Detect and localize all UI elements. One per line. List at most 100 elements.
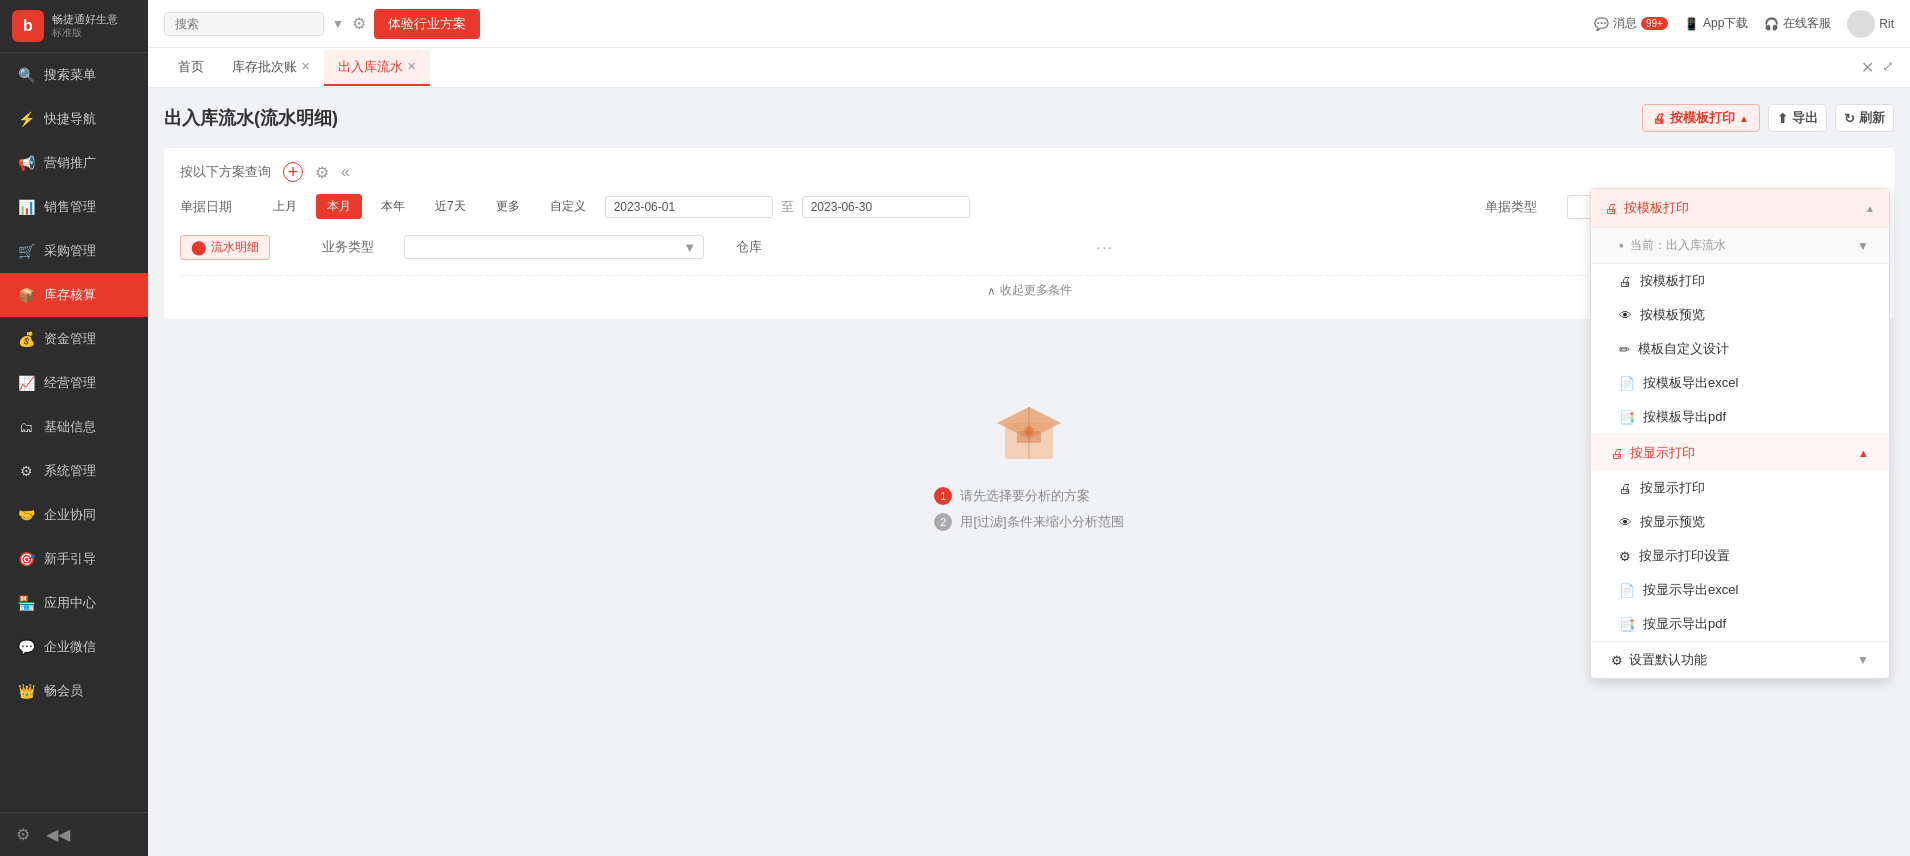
- app-subtitle: 标准版: [52, 26, 118, 40]
- online-support-btn[interactable]: 🎧 在线客服: [1764, 15, 1831, 32]
- inventory-icon: 📦: [16, 285, 36, 305]
- maximize-window-icon[interactable]: ⤢: [1882, 58, 1894, 77]
- tabs-bar: 首页 库存批次账 ✕ 出入库流水 ✕ ✕ ⤢: [148, 48, 1910, 88]
- warehouse-more-icon[interactable]: ···: [1096, 239, 1114, 255]
- tab-flow-label: 出入库流水: [338, 58, 403, 76]
- sidebar-settings-icon[interactable]: ⚙: [16, 825, 30, 844]
- display-print-section[interactable]: 🖨 按显示打印 ▲: [1591, 435, 1889, 471]
- sidebar-item-label: 采购管理: [44, 242, 96, 260]
- template-excel-item[interactable]: 📄 按模板导出excel: [1591, 366, 1889, 400]
- step1-label: 请先选择要分析的方案: [960, 487, 1090, 505]
- template-print-item[interactable]: 🖨 按模板打印: [1591, 264, 1889, 298]
- date-btn-more[interactable]: 更多: [485, 194, 531, 219]
- sidebar-item-label: 应用中心: [44, 594, 96, 612]
- sidebar-item-search[interactable]: 🔍 搜索菜单: [0, 53, 148, 97]
- display-excel-item[interactable]: 📄 按显示导出excel: [1591, 573, 1889, 607]
- template-design-item[interactable]: ✏ 模板自定义设计: [1591, 332, 1889, 366]
- finance-icon: 💰: [16, 329, 36, 349]
- set-default-label: 设置默认功能: [1629, 651, 1707, 669]
- filter-collapse-icon[interactable]: «: [341, 163, 350, 181]
- refresh-btn[interactable]: ↻ 刷新: [1835, 104, 1894, 132]
- sidebar-item-inventory[interactable]: 📦 库存核算: [0, 273, 148, 317]
- guide-icon: 🎯: [16, 549, 36, 569]
- display-print-icon: 🖨: [1619, 481, 1632, 496]
- template-preview-item-label: 按模板预览: [1640, 306, 1705, 324]
- tab-batch[interactable]: 库存批次账 ✕: [218, 50, 324, 86]
- print-header-chevron: ▲: [1865, 203, 1875, 214]
- sidebar-item-basic[interactable]: 🗂 基础信息: [0, 405, 148, 449]
- tab-batch-close[interactable]: ✕: [301, 60, 310, 73]
- sidebar-collapse-icon[interactable]: ◀◀: [46, 825, 70, 844]
- set-default-chevron: ▼: [1857, 653, 1869, 667]
- sidebar-item-member[interactable]: 👑 畅会员: [0, 669, 148, 713]
- empty-step-1: 1 请先选择要分析的方案: [934, 487, 1123, 505]
- filter-add-btn[interactable]: +: [283, 162, 303, 182]
- user-avatar-btn[interactable]: Rit: [1847, 10, 1894, 38]
- filter-tag-flow[interactable]: ⬤ 流水明细: [180, 235, 270, 260]
- sidebar-item-quicknav[interactable]: ⚡ 快捷导航: [0, 97, 148, 141]
- search-dropdown-icon[interactable]: ▼: [332, 17, 344, 31]
- display-preview-icon: 👁: [1619, 515, 1632, 530]
- date-btn-this-year[interactable]: 本年: [370, 194, 416, 219]
- sidebar-item-sales[interactable]: 📊 销售管理: [0, 185, 148, 229]
- app-download-btn[interactable]: 📱 App下载: [1684, 15, 1748, 32]
- display-pdf-item[interactable]: 📑 按显示导出pdf: [1591, 607, 1889, 641]
- sidebar-item-purchase[interactable]: 🛒 采购管理: [0, 229, 148, 273]
- set-default-icon: ⚙: [1611, 653, 1623, 668]
- print-dropdown-panel: 🖨 按模板打印 ▲ ▪ 当前：出入库流水 ▼ 🖨: [1590, 188, 1890, 679]
- sidebar-item-marketing[interactable]: 📢 营销推广: [0, 141, 148, 185]
- date-to-input[interactable]: [802, 196, 970, 218]
- refresh-label: 刷新: [1859, 109, 1885, 127]
- sidebar-item-appstore[interactable]: 🏪 应用中心: [0, 581, 148, 625]
- display-print-item[interactable]: 🖨 按显示打印: [1591, 471, 1889, 505]
- date-btn-this-month[interactable]: 本月: [316, 194, 362, 219]
- main-area: ▼ ⚙ 体验行业方案 💬 消息 99+ 📱 App下载 🎧 在线客服: [148, 0, 1910, 856]
- search-input[interactable]: [164, 12, 324, 36]
- template-print-btn[interactable]: 🖨 按模板打印 ▲: [1642, 104, 1760, 132]
- current-icon: ▪: [1619, 238, 1624, 253]
- filter-tag-icon: ⬤: [191, 239, 207, 255]
- msg-btn[interactable]: 💬 消息 99+: [1594, 15, 1668, 32]
- tab-flow[interactable]: 出入库流水 ✕: [324, 50, 430, 86]
- sidebar-item-operation[interactable]: 📈 经营管理: [0, 361, 148, 405]
- basic-icon: 🗂: [16, 417, 36, 437]
- print-current-item[interactable]: ▪ 当前：出入库流水 ▼: [1591, 228, 1889, 263]
- display-settings-item[interactable]: ⚙ 按显示打印设置: [1591, 539, 1889, 573]
- date-btn-custom[interactable]: 自定义: [539, 194, 597, 219]
- template-excel-icon: 📄: [1619, 376, 1635, 391]
- sidebar-item-label: 经营管理: [44, 374, 96, 392]
- date-from-input[interactable]: [605, 196, 773, 218]
- set-default-item[interactable]: ⚙ 设置默认功能 ▼: [1591, 642, 1889, 678]
- export-label: 导出: [1792, 109, 1818, 127]
- close-window-icon[interactable]: ✕: [1861, 58, 1874, 77]
- warehouse-input[interactable]: [818, 236, 1118, 258]
- display-preview-item[interactable]: 👁 按显示预览: [1591, 505, 1889, 539]
- template-design-item-label: 模板自定义设计: [1638, 340, 1729, 358]
- biz-type-dropdown-icon[interactable]: ▼: [683, 240, 696, 255]
- page-title-row: 出入库流水(流水明细) 🖨 按模板打印 ▲ ⬆ 导出 ↻ 刷新: [164, 104, 1894, 132]
- sidebar-item-system[interactable]: ⚙ 系统管理: [0, 449, 148, 493]
- tab-home[interactable]: 首页: [164, 50, 218, 86]
- sidebar-item-label: 资金管理: [44, 330, 96, 348]
- appstore-icon: 🏪: [16, 593, 36, 613]
- operation-icon: 📈: [16, 373, 36, 393]
- msg-label: 消息: [1613, 15, 1637, 32]
- sidebar-item-wechat[interactable]: 💬 企业微信: [0, 625, 148, 669]
- biz-type-input[interactable]: [404, 235, 704, 259]
- template-pdf-item[interactable]: 📑 按模板导出pdf: [1591, 400, 1889, 434]
- sidebar-item-guide[interactable]: 🎯 新手引导: [0, 537, 148, 581]
- filter-settings-icon[interactable]: ⚙: [315, 163, 329, 182]
- sidebar-item-collab[interactable]: 🤝 企业协同: [0, 493, 148, 537]
- trial-btn[interactable]: 体验行业方案: [374, 9, 480, 39]
- date-btn-7days[interactable]: 近7天: [424, 194, 477, 219]
- step2-label: 用[过滤]条件来缩小分析范围: [960, 513, 1123, 531]
- sidebar-item-finance[interactable]: 💰 资金管理: [0, 317, 148, 361]
- topbar-settings-icon[interactable]: ⚙: [352, 14, 366, 33]
- tab-flow-close[interactable]: ✕: [407, 60, 416, 73]
- page-title-left: 出入库流水(流水明细): [164, 106, 338, 130]
- user-name: Rit: [1879, 17, 1894, 31]
- template-preview-item[interactable]: 👁 按模板预览: [1591, 298, 1889, 332]
- date-btn-last-month[interactable]: 上月: [262, 194, 308, 219]
- export-btn[interactable]: ⬆ 导出: [1768, 104, 1827, 132]
- display-section-chevron: ▲: [1858, 447, 1869, 459]
